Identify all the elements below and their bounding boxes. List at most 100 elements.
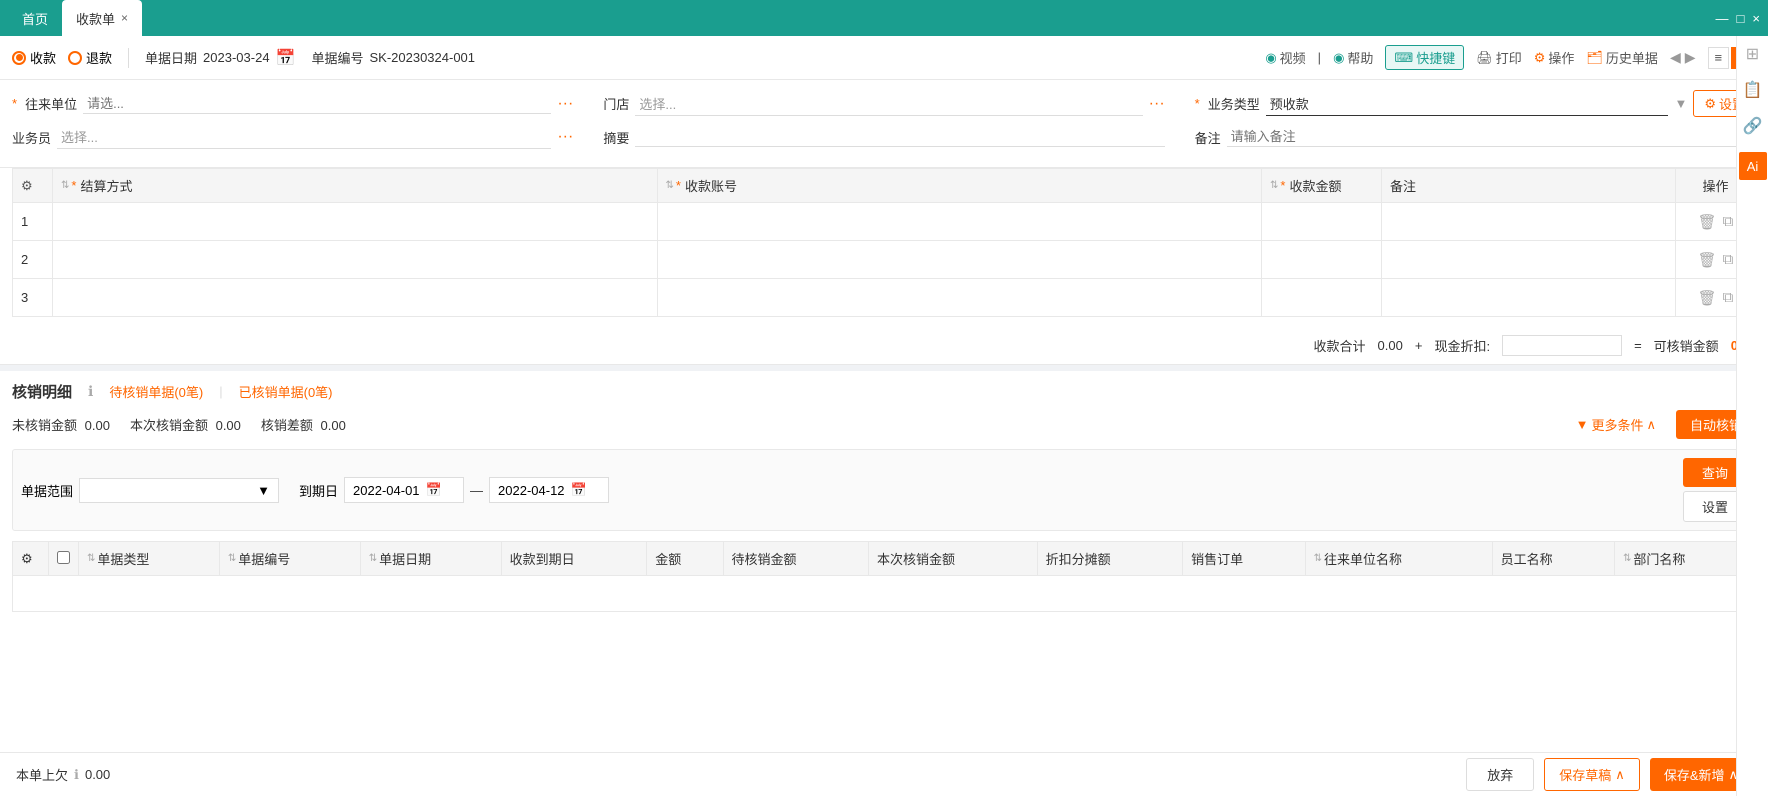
- vcol-due: 收款到期日: [501, 542, 647, 576]
- row-settlement-3[interactable]: [53, 279, 658, 317]
- partner-dots-btn[interactable]: ···: [557, 95, 573, 113]
- print-btn[interactable]: 🖨 打印: [1476, 48, 1522, 67]
- note-label: 备注: [1195, 128, 1221, 147]
- sidebar-note-icon[interactable]: 📋: [1743, 80, 1763, 100]
- staff-dots-btn[interactable]: ···: [557, 128, 573, 146]
- due-calendar-icon-2[interactable]: 📅: [571, 482, 587, 498]
- row-account-1[interactable]: [657, 203, 1262, 241]
- vcol-current: 本次核销金额: [869, 542, 1038, 576]
- bottom-info-icon[interactable]: ℹ: [74, 767, 79, 783]
- row-settlement-2[interactable]: [53, 241, 658, 279]
- history-btn[interactable]: 🗂 历史单据: [1586, 48, 1658, 67]
- verify-pending-tab[interactable]: 待核销单据(0笔): [109, 382, 203, 401]
- sidebar-ai-icon[interactable]: Ai: [1739, 152, 1767, 180]
- row-delete-icon-1[interactable]: 🗑: [1698, 213, 1717, 231]
- summary-input[interactable]: [635, 127, 1164, 147]
- business-type-arrow[interactable]: ▼: [1674, 96, 1687, 111]
- note-input[interactable]: [1227, 127, 1756, 147]
- operations-btn[interactable]: ⚙ 操作: [1534, 48, 1575, 67]
- table-row: 3 🗑 ⧉: [13, 279, 1756, 317]
- more-conditions-btn[interactable]: ▼ 更多条件 ∧: [1576, 415, 1656, 434]
- radio-refund[interactable]: 退款: [68, 48, 112, 67]
- radio-receipt[interactable]: 收款: [12, 48, 56, 67]
- row-settlement-1[interactable]: [53, 203, 658, 241]
- row-copy-icon-1[interactable]: ⧉: [1723, 213, 1734, 231]
- row-copy-icon-2[interactable]: ⧉: [1723, 251, 1734, 269]
- abandon-btn[interactable]: 放弃: [1466, 758, 1534, 791]
- draft-btn[interactable]: 保存草稿 ∧: [1544, 758, 1640, 791]
- range-select[interactable]: ▼: [79, 478, 279, 503]
- due-date-to[interactable]: 2022-04-12 📅: [489, 477, 609, 503]
- nav-prev-icon[interactable]: ◀: [1670, 49, 1681, 66]
- vcol-discount: 折扣分摊额: [1037, 542, 1183, 576]
- receipts-table: ⚙ ⇅ * 结算方式 ⇅ * 收款账号: [12, 168, 1756, 317]
- discount-input[interactable]: [1502, 335, 1622, 356]
- table-gear-icon[interactable]: ⚙: [21, 178, 33, 193]
- date-label: 单据日期: [145, 48, 197, 67]
- tab-home[interactable]: 首页: [8, 0, 62, 36]
- table-row: 1 🗑 ⧉: [13, 203, 1756, 241]
- row-note-1[interactable]: [1382, 203, 1676, 241]
- row-account-3[interactable]: [657, 279, 1262, 317]
- vcol-pending: 待核销金额: [723, 542, 869, 576]
- tab-close-icon[interactable]: ×: [121, 11, 128, 25]
- select-all-checkbox[interactable]: [57, 551, 70, 564]
- required-star2: *: [676, 178, 681, 193]
- store-dots-btn[interactable]: ···: [1149, 95, 1165, 113]
- due-date-from[interactable]: 2022-04-01 📅: [344, 477, 464, 503]
- print-label: 打印: [1496, 48, 1522, 67]
- row-amount-1[interactable]: [1262, 203, 1382, 241]
- sidebar-table-icon[interactable]: ⊞: [1746, 44, 1759, 64]
- history-icon: 🗂: [1586, 50, 1603, 66]
- help-icon: ◉: [1333, 50, 1344, 66]
- store-field: 门店 选择... ···: [603, 92, 1164, 116]
- window-close-icon[interactable]: ×: [1752, 11, 1760, 26]
- tab-active[interactable]: 收款单 ×: [62, 0, 142, 36]
- staff-field: 业务员 选择... ···: [12, 125, 573, 149]
- sort-icon-settlement: ⇅: [61, 180, 69, 191]
- bottom-prefix: 本单上欠: [16, 765, 68, 784]
- verify-table: ⚙ ⇅ 单据类型 ⇅ 单据编号: [12, 541, 1756, 612]
- sidebar-link-icon[interactable]: 🔗: [1743, 116, 1763, 136]
- shortcut-btn[interactable]: ⌨ 快捷键: [1385, 45, 1464, 70]
- diff-stat: 核销差额 0.00: [261, 415, 346, 434]
- row-account-2[interactable]: [657, 241, 1262, 279]
- tab-home-label: 首页: [22, 9, 48, 28]
- unchecked-label: 未核销金额: [12, 418, 77, 433]
- vcol-amount: 金额: [647, 542, 723, 576]
- partner-field: * 往来单位 ···: [12, 94, 573, 114]
- row-note-2[interactable]: [1382, 241, 1676, 279]
- help-btn[interactable]: ◉ 帮助: [1333, 48, 1373, 67]
- row-note-3[interactable]: [1382, 279, 1676, 317]
- row-amount-2[interactable]: [1262, 241, 1382, 279]
- vcol-date: ⇅ 单据日期: [360, 542, 501, 576]
- verify-info-icon[interactable]: ℹ: [88, 383, 93, 400]
- row-delete-icon-3[interactable]: 🗑: [1698, 289, 1717, 307]
- row-copy-icon-3[interactable]: ⧉: [1723, 289, 1734, 307]
- nav-next-icon[interactable]: ▶: [1685, 49, 1696, 66]
- settings-icon: ⚙: [1704, 96, 1716, 112]
- number-value: SK-20230324-001: [369, 50, 475, 65]
- verify-section: 核销明细 ℹ 待核销单据(0笔) | 已核销单据(0笔) 未核销金额 0.00 …: [0, 365, 1768, 622]
- plus-sign: +: [1415, 338, 1423, 353]
- date-calendar-icon[interactable]: 📅: [276, 48, 296, 68]
- window-max-icon[interactable]: □: [1737, 11, 1745, 26]
- range-label: 单据范围: [21, 481, 73, 500]
- date-field: 单据日期 2023-03-24 📅: [145, 48, 295, 68]
- staff-select[interactable]: 选择...: [57, 125, 551, 149]
- vtable-gear-icon[interactable]: ⚙: [21, 551, 33, 566]
- row-amount-3[interactable]: [1262, 279, 1382, 317]
- due-calendar-icon-1[interactable]: 📅: [426, 482, 442, 498]
- window-min-icon[interactable]: —: [1716, 11, 1729, 26]
- business-type-select[interactable]: 预收款: [1266, 92, 1669, 116]
- partner-required: *: [12, 96, 17, 111]
- store-select[interactable]: 选择...: [635, 92, 1142, 116]
- row-delete-icon-2[interactable]: 🗑: [1698, 251, 1717, 269]
- view-list-btn[interactable]: ≡: [1708, 47, 1730, 69]
- col-note: 备注: [1382, 169, 1676, 203]
- video-label: 视频: [1280, 48, 1306, 67]
- verify-done-tab[interactable]: 已核销单据(0笔): [239, 382, 333, 401]
- required-star: *: [71, 178, 76, 193]
- partner-input[interactable]: [83, 94, 551, 114]
- video-btn[interactable]: ◉ 视频: [1265, 48, 1305, 67]
